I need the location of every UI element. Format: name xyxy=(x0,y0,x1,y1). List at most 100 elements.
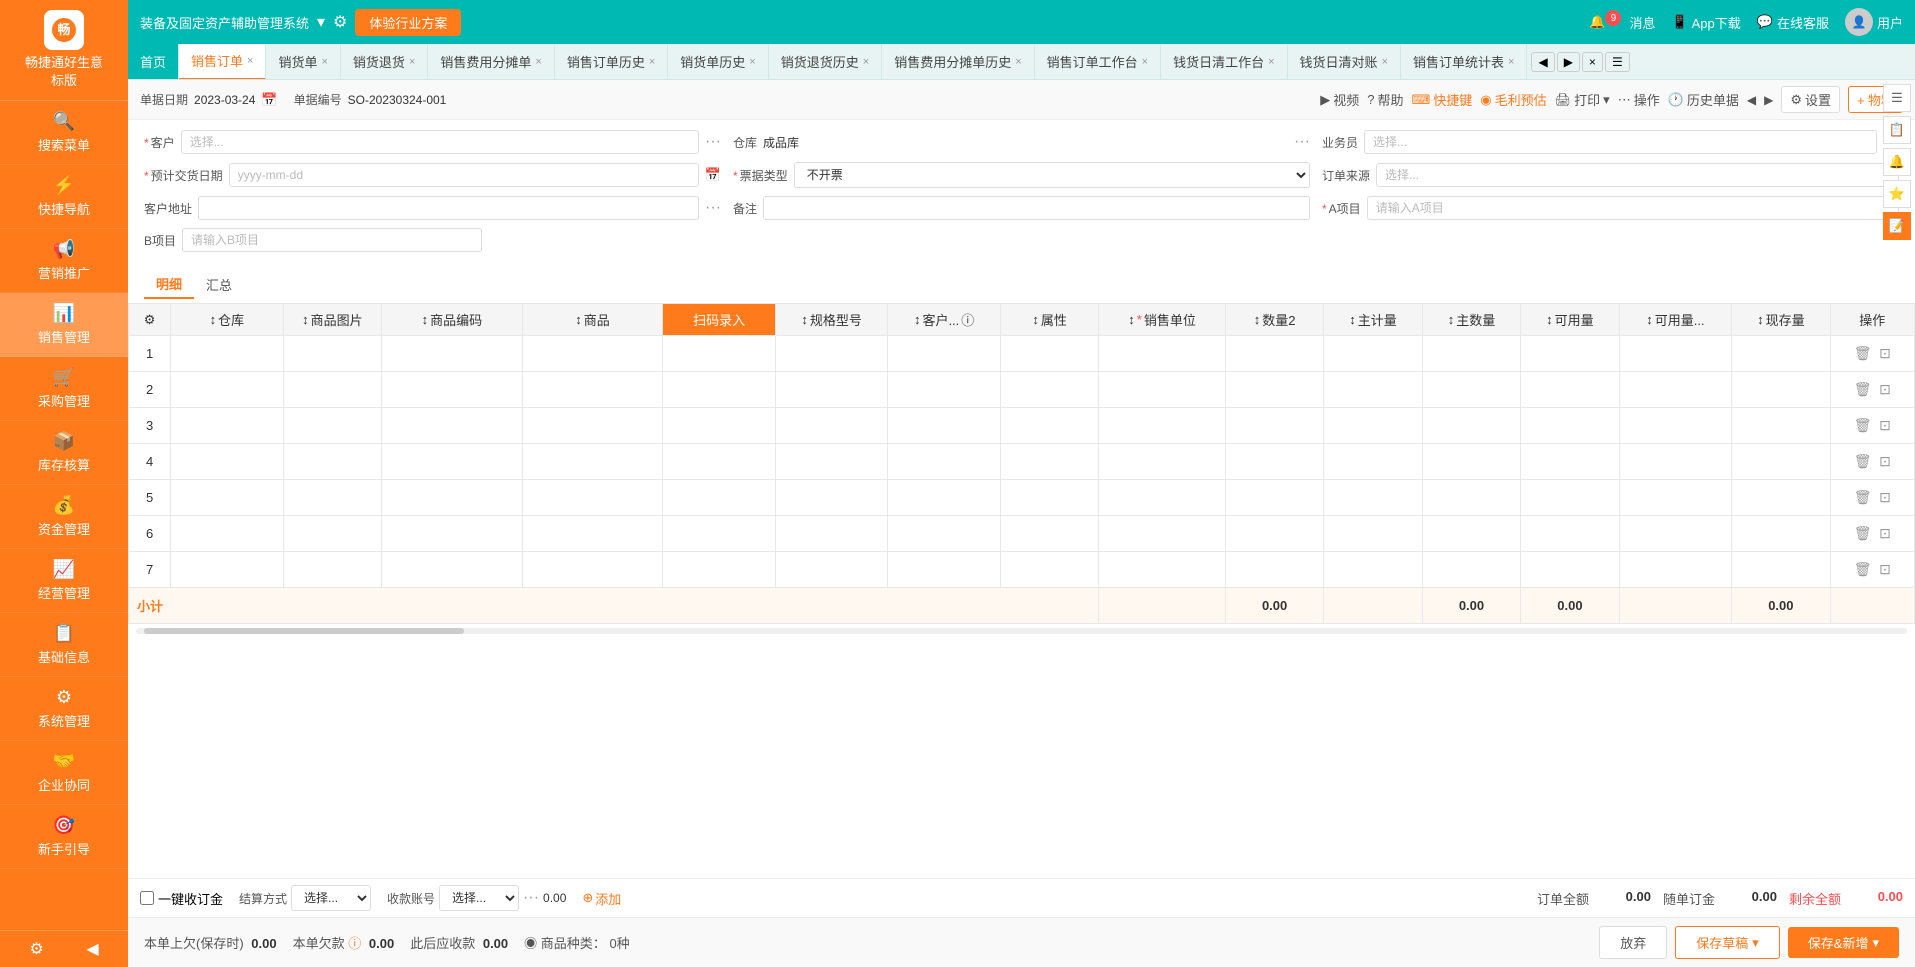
tab-close-fee-history[interactable]: × xyxy=(1015,56,1021,68)
save-new-dropdown-icon[interactable]: ▾ xyxy=(1872,935,1879,951)
view-btn[interactable]: ▶ 视频 xyxy=(1320,90,1359,109)
th-qty2[interactable]: ↕ 数量2 xyxy=(1225,304,1323,336)
print-btn[interactable]: 🖨 打印 ▾ xyxy=(1555,90,1610,109)
sidebar-item-quicknav[interactable]: ⚡ 快捷导航 xyxy=(0,165,128,229)
tab-close-all-btn[interactable]: × xyxy=(1582,52,1603,72)
tab-close-order-history[interactable]: × xyxy=(649,56,655,68)
sidebar-item-collab[interactable]: 🤝 企业协同 xyxy=(0,741,128,805)
calendar-icon[interactable]: 📅 xyxy=(261,92,277,108)
row-5-delete-btn[interactable]: 🗑 xyxy=(1852,487,1874,508)
row-2-copy-btn[interactable]: ⊡ xyxy=(1877,379,1893,400)
th-spec[interactable]: ↕ 规格型号 xyxy=(775,304,888,336)
row-6-delete-btn[interactable]: 🗑 xyxy=(1852,523,1874,544)
profit-btn[interactable]: ◉ 毛利预估 xyxy=(1480,90,1546,109)
row-1-spec[interactable] xyxy=(775,336,888,372)
row-1-unit[interactable] xyxy=(1099,336,1226,372)
delivery-calendar-icon[interactable]: 📅 xyxy=(705,167,721,183)
tab-close-daily-workbench[interactable]: × xyxy=(1268,56,1274,68)
right-panel-btn-4[interactable]: ⭐ xyxy=(1883,180,1911,208)
sidebar-item-search[interactable]: 🔍 搜索菜单 xyxy=(0,101,128,165)
industry-btn[interactable]: 体验行业方案 xyxy=(355,9,461,36)
tab-fee-history[interactable]: 销售费用分摊单历史 × xyxy=(882,44,1034,80)
b-project-input[interactable] xyxy=(182,228,482,252)
row-1-copy-btn[interactable]: ⊡ xyxy=(1877,343,1893,364)
app-download-btn[interactable]: 📱 App下载 xyxy=(1671,13,1740,32)
save-new-btn[interactable]: 保存&新增 ▾ xyxy=(1788,927,1899,958)
th-settings[interactable]: ⚙ xyxy=(129,304,171,336)
right-panel-btn-1[interactable]: ☰ xyxy=(1883,84,1911,112)
row-1-code[interactable] xyxy=(382,336,523,372)
tab-close-return-history[interactable]: × xyxy=(863,56,869,68)
tab-close-sales-invoice[interactable]: × xyxy=(321,56,327,68)
sidebar-settings-btn[interactable]: ⚙ xyxy=(29,939,43,959)
th-barcode-scan[interactable]: 扫码录入 xyxy=(663,304,776,336)
row-6-copy-btn[interactable]: ⊡ xyxy=(1877,523,1893,544)
th-main-qty[interactable]: ↕ 主数量 xyxy=(1422,304,1520,336)
tab-menu-btn[interactable]: ☰ xyxy=(1605,52,1630,72)
row-3-copy-btn[interactable]: ⊡ xyxy=(1877,415,1893,436)
row-3-delete-btn[interactable]: 🗑 xyxy=(1852,415,1874,436)
customer-address-input[interactable] xyxy=(198,196,699,220)
row-1-delete-btn[interactable]: 🗑 xyxy=(1852,343,1874,364)
tab-order-workbench[interactable]: 销售订单工作台 × xyxy=(1035,44,1161,80)
th-main-unit[interactable]: ↕ 主计量 xyxy=(1324,304,1422,336)
online-service-btn[interactable]: 💬 在线客服 xyxy=(1757,13,1829,32)
delivery-date-input[interactable] xyxy=(229,163,699,187)
shortcut-btn[interactable]: ⌨ 快捷键 xyxy=(1411,90,1472,109)
add-payment-btn[interactable]: ⊕ 添加 xyxy=(582,889,621,908)
scrollbar-thumb[interactable] xyxy=(144,628,464,634)
sidebar-item-purchase[interactable]: 🛒 采购管理 xyxy=(0,357,128,421)
discard-btn[interactable]: 放弃 xyxy=(1599,926,1667,959)
sidebar-item-inventory[interactable]: 📦 库存核算 xyxy=(0,421,128,485)
tab-fee-split[interactable]: 销售费用分摊单 × xyxy=(428,44,554,80)
tab-order-stats[interactable]: 销售订单统计表 × xyxy=(1401,44,1527,80)
customer-input[interactable] xyxy=(181,130,699,154)
tab-summary[interactable]: 汇总 xyxy=(194,271,244,298)
sidebar-item-baseinfo[interactable]: 📋 基础信息 xyxy=(0,613,128,677)
a-project-input[interactable] xyxy=(1367,196,1899,220)
history-btn[interactable]: 🕐 历史单据 xyxy=(1668,90,1739,109)
receipt-account-select[interactable]: 选择... xyxy=(439,885,519,911)
tab-close-fee-split[interactable]: × xyxy=(535,56,541,68)
row-7-delete-btn[interactable]: 🗑 xyxy=(1852,559,1874,580)
tab-sales-return[interactable]: 销货退货 × xyxy=(341,44,428,80)
row-1-product[interactable] xyxy=(522,336,663,372)
right-panel-btn-3[interactable]: 🔔 xyxy=(1883,148,1911,176)
row-1-main-qty[interactable] xyxy=(1422,336,1520,372)
payment-method-select[interactable]: 选择... xyxy=(291,885,371,911)
row-4-delete-btn[interactable]: 🗑 xyxy=(1852,451,1874,472)
order-source-input[interactable] xyxy=(1376,163,1899,187)
remarks-input[interactable] xyxy=(763,196,1310,220)
tab-close-order-stats[interactable]: × xyxy=(1508,56,1514,68)
tab-return-history[interactable]: 销货退货历史 × xyxy=(769,44,882,80)
row-7-copy-btn[interactable]: ⊡ xyxy=(1877,559,1893,580)
row-4-copy-btn[interactable]: ⊡ xyxy=(1877,451,1893,472)
quick-order-checkbox[interactable] xyxy=(140,891,154,905)
tab-daily-workbench[interactable]: 钱货日清工作台 × xyxy=(1161,44,1287,80)
th-product-code[interactable]: ↕ 商品编码 xyxy=(382,304,523,336)
tab-close-sales-return[interactable]: × xyxy=(409,56,415,68)
save-draft-dropdown-icon[interactable]: ▾ xyxy=(1752,935,1759,951)
th-product[interactable]: ↕ 商品 xyxy=(522,304,663,336)
page-next-btn[interactable]: ▶ xyxy=(1764,93,1773,107)
th-available-qty2[interactable]: ↕ 可用量... xyxy=(1619,304,1732,336)
row-1-qty2[interactable] xyxy=(1225,336,1323,372)
th-customer-code[interactable]: ↕ 客户... ⓘ xyxy=(888,304,1001,336)
right-panel-btn-5[interactable]: 📝 xyxy=(1883,212,1911,240)
th-available-qty[interactable]: ↕ 可用量 xyxy=(1521,304,1619,336)
tab-daily-reconcile[interactable]: 钱货日清对账 × xyxy=(1288,44,1401,80)
table-wrap[interactable]: ⚙ ↕ 仓库 ↕ 商品图片 ↕ 商品编码 ↕ 商品 xyxy=(128,303,1915,878)
staff-input[interactable] xyxy=(1364,130,1877,154)
tab-sales-order[interactable]: 销售订单 × xyxy=(179,44,266,80)
message-btn[interactable]: 🔔 9 消息 xyxy=(1589,13,1655,32)
row-2-delete-btn[interactable]: 🗑 xyxy=(1852,379,1874,400)
tab-prev-btn[interactable]: ◀ xyxy=(1531,52,1554,72)
topbar-settings-btn[interactable]: ⚙ xyxy=(333,12,347,32)
tab-detail[interactable]: 明细 xyxy=(144,270,194,299)
customer-more-icon[interactable]: ··· xyxy=(705,133,721,151)
tab-home[interactable]: 首页 xyxy=(128,44,179,80)
tab-sales-invoice[interactable]: 销货单 × xyxy=(266,44,340,80)
tab-close-order-workbench[interactable]: × xyxy=(1142,56,1148,68)
tab-close-invoice-history[interactable]: × xyxy=(749,56,755,68)
save-draft-btn[interactable]: 保存草稿 ▾ xyxy=(1675,926,1780,959)
